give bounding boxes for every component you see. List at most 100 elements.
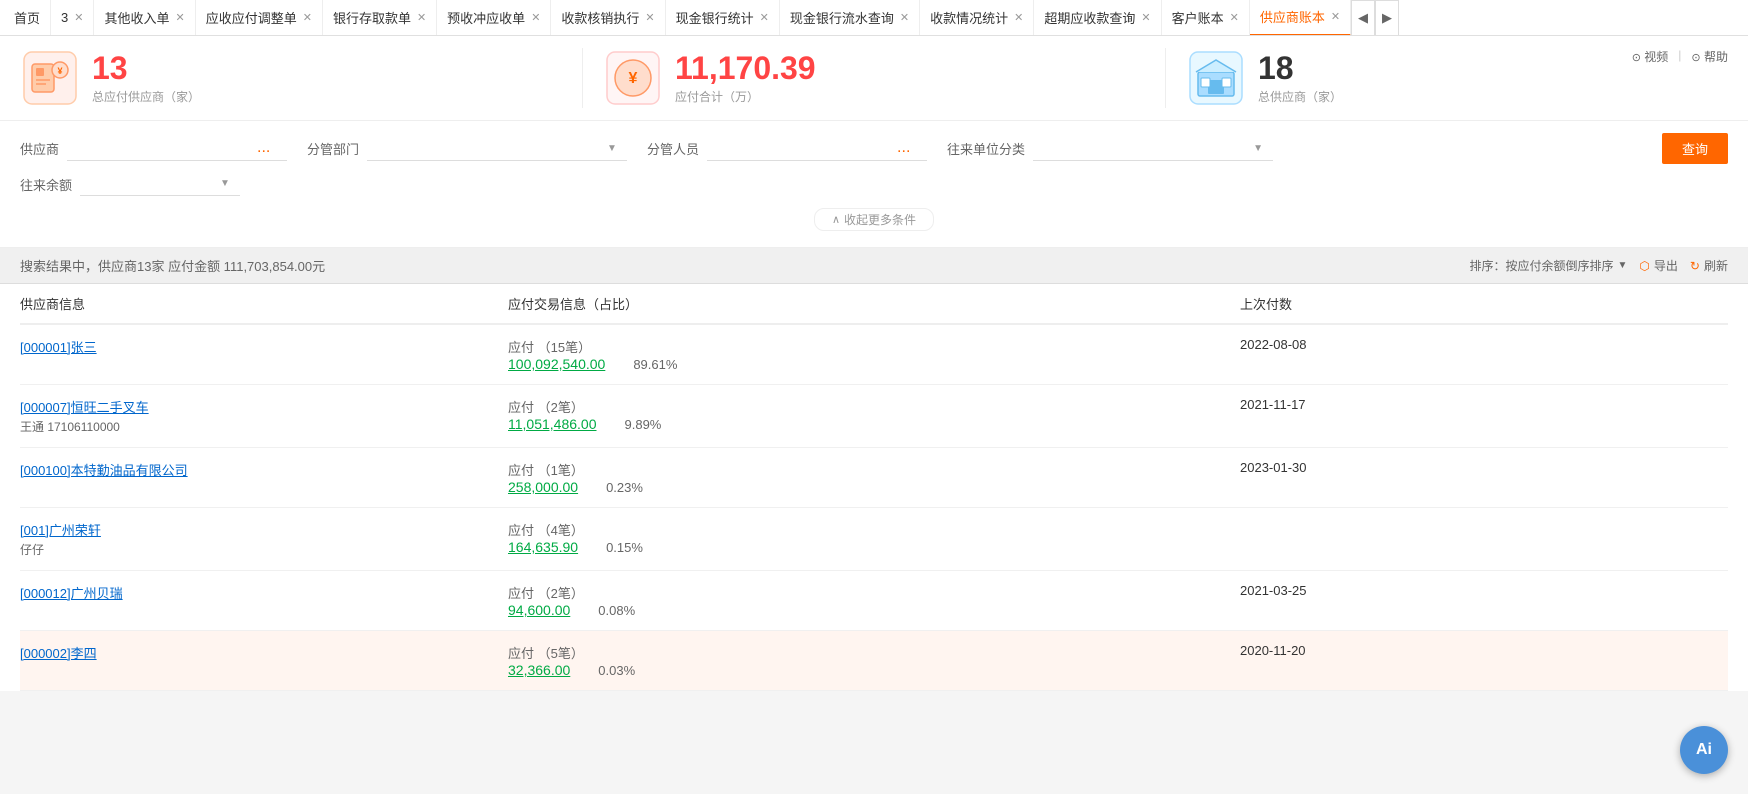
- total-payable-suppliers-label: 总应付供应商（家）: [92, 88, 200, 105]
- table-row: [000012]广州贝瑞 应付 （2笔） 94,600.00 0.08% 202…: [20, 571, 1728, 631]
- category-chevron[interactable]: ▼: [1253, 143, 1263, 154]
- total-payable-suppliers-number: 13: [92, 52, 200, 84]
- right-actions: 排序：按应付余额倒序排序 ▼ ⬡ 导出 ↻ 刷新: [1470, 257, 1729, 274]
- supplier-cell-3: [001]广州荣轩 仔仔: [20, 520, 508, 558]
- col-supplier-info: 供应商信息: [20, 294, 508, 313]
- payable-total-amount: 11,170.39: [675, 52, 816, 84]
- person-dots-btn[interactable]: ...: [897, 139, 910, 157]
- payable-percent-1: 9.89%: [625, 417, 662, 432]
- department-input[interactable]: [367, 137, 607, 160]
- close-prepay-offset[interactable]: ✕: [531, 11, 540, 24]
- nav-bank-deposit[interactable]: 银行存取款单 ✕: [323, 0, 437, 36]
- payable-amount-1[interactable]: 11,051,486.00: [508, 416, 597, 432]
- payable-amount-0[interactable]: 100,092,540.00: [508, 356, 605, 372]
- payable-amount-5[interactable]: 32,366.00: [508, 662, 570, 678]
- department-filter: 分管部门 ▼: [307, 137, 627, 161]
- supplier-link-4[interactable]: [000012]广州贝瑞: [20, 586, 123, 601]
- supplier-cell-2: [000100]本特勤油品有限公司: [20, 460, 508, 479]
- payable-count-0: （15笔）: [538, 340, 591, 355]
- supplier-dots-btn[interactable]: ...: [257, 139, 270, 157]
- supplier-sub-1: 王通 17106110000: [20, 418, 508, 435]
- refresh-icon: ↻: [1690, 259, 1700, 273]
- help-link[interactable]: ⊙ 帮助: [1691, 48, 1728, 65]
- close-supplier-ledger[interactable]: ✕: [1331, 10, 1340, 23]
- nav-receivable-adjustment[interactable]: 应收应付调整单 ✕: [196, 0, 323, 36]
- ai-button[interactable]: Ai: [1680, 726, 1728, 774]
- payable-cell-3: 应付 （4笔） 164,635.90 0.15%: [508, 520, 1240, 555]
- nav-other-income[interactable]: 其他收入单 ✕: [94, 0, 195, 36]
- query-button[interactable]: 查询: [1662, 133, 1728, 164]
- close-receivable-adjustment[interactable]: ✕: [303, 11, 312, 24]
- filter-row-2: 往来余额 ▼: [20, 172, 1728, 196]
- payable-amount-2[interactable]: 258,000.00: [508, 479, 578, 495]
- nav-overdue-query[interactable]: 超期应收款查询 ✕: [1034, 0, 1161, 36]
- nav-customer-ledger[interactable]: 客户账本 ✕: [1162, 0, 1250, 36]
- refresh-btn[interactable]: ↻ 刷新: [1690, 257, 1728, 274]
- close-tab-3[interactable]: ✕: [74, 11, 83, 24]
- balance-chevron[interactable]: ▼: [220, 178, 230, 189]
- payable-amount-4[interactable]: 94,600.00: [508, 602, 570, 618]
- export-icon: ⬡: [1639, 259, 1649, 273]
- category-input[interactable]: [1033, 137, 1253, 160]
- supplier-link-5[interactable]: [000002]李四: [20, 646, 97, 661]
- last-payment-cell-2: 2023-01-30: [1240, 460, 1728, 475]
- supplier-link-2[interactable]: [000100]本特勤油品有限公司: [20, 463, 188, 478]
- nav-home[interactable]: 首页: [4, 0, 51, 36]
- svg-text:¥: ¥: [629, 70, 638, 87]
- export-btn[interactable]: ⬡ 导出: [1639, 257, 1678, 274]
- supplier-input[interactable]: [67, 137, 257, 160]
- payable-label-3: 应付: [508, 523, 534, 538]
- department-chevron[interactable]: ▼: [607, 143, 617, 154]
- person-input[interactable]: [707, 137, 897, 160]
- top-navigation: 首页 3 ✕ 其他收入单 ✕ 应收应付调整单 ✕ 银行存取款单 ✕ 预收冲应收单…: [0, 0, 1748, 36]
- top-right-links: ⊙ 视频 | ⊙ 帮助: [1632, 48, 1728, 65]
- supplier-sub-3: 仔仔: [20, 541, 508, 558]
- payable-total-label: 应付合计（万）: [675, 88, 816, 105]
- supplier-cell-4: [000012]广州贝瑞: [20, 583, 508, 602]
- payable-suppliers-icon: ¥: [20, 48, 80, 108]
- filter-row-1: 供应商 ... 分管部门 ▼ 分管人员 ... 往来单位分类 ▼: [20, 133, 1728, 164]
- close-other-income[interactable]: ✕: [175, 11, 184, 24]
- result-bar: 搜索结果中，供应商13家 应付金额 111,703,854.00元 排序：按应付…: [0, 248, 1748, 284]
- close-cash-bank-stats[interactable]: ✕: [760, 11, 769, 24]
- nav-supplier-ledger[interactable]: 供应商账本 ✕: [1250, 0, 1351, 36]
- payable-amount-3[interactable]: 164,635.90: [508, 539, 578, 555]
- supplier-link-0[interactable]: [000001]张三: [20, 340, 97, 355]
- stats-bar: ¥ 13 总应付供应商（家） ¥ 11,170.39 应付合计（万）: [0, 36, 1748, 121]
- close-overdue-query[interactable]: ✕: [1141, 11, 1150, 24]
- close-cash-bank-flow[interactable]: ✕: [900, 11, 909, 24]
- close-customer-ledger[interactable]: ✕: [1230, 11, 1239, 24]
- payable-label-1: 应付: [508, 400, 534, 415]
- stat-divider-1: [582, 48, 583, 108]
- payable-percent-5: 0.03%: [598, 663, 635, 678]
- balance-input[interactable]: [80, 172, 220, 195]
- balance-label: 往来余额: [20, 175, 72, 194]
- stat-payable-total-content: 11,170.39 应付合计（万）: [675, 52, 816, 105]
- last-payment-cell-0: 2022-08-08: [1240, 337, 1728, 352]
- total-suppliers-icon: [1186, 48, 1246, 108]
- last-payment-cell-1: 2021-11-17: [1240, 397, 1728, 412]
- close-bank-deposit[interactable]: ✕: [417, 11, 426, 24]
- nav-collection-exec[interactable]: 收款核销执行 ✕: [551, 0, 665, 36]
- supplier-link-3[interactable]: [001]广州荣轩: [20, 523, 101, 538]
- close-collection-exec[interactable]: ✕: [645, 11, 654, 24]
- nav-collection-stats[interactable]: 收款情况统计 ✕: [920, 0, 1034, 36]
- payable-count-4: （2笔）: [538, 586, 584, 601]
- nav-cash-bank-flow[interactable]: 现金银行流水查询 ✕: [780, 0, 920, 36]
- payable-percent-4: 0.08%: [598, 603, 635, 618]
- total-suppliers-number: 18: [1258, 52, 1342, 84]
- nav-cash-bank-stats[interactable]: 现金银行统计 ✕: [666, 0, 780, 36]
- nav-left-arrow[interactable]: ◀: [1351, 0, 1375, 36]
- nav-right-arrow[interactable]: ▶: [1375, 0, 1399, 36]
- nav-prepay-offset[interactable]: 预收冲应收单 ✕: [437, 0, 551, 36]
- video-link[interactable]: ⊙ 视频: [1632, 48, 1669, 65]
- table-container: 供应商信息 应付交易信息（占比） 上次付数 [000001]张三 应付 （15笔…: [0, 284, 1748, 691]
- nav-tab-3[interactable]: 3 ✕: [51, 0, 94, 36]
- supplier-link-1[interactable]: [000007]恒旺二手叉车: [20, 400, 149, 415]
- close-collection-stats[interactable]: ✕: [1014, 11, 1023, 24]
- sort-label[interactable]: 排序：按应付余额倒序排序 ▼: [1470, 257, 1628, 274]
- supplier-filter: 供应商 ...: [20, 137, 287, 161]
- collapse-button[interactable]: ∧ 收起更多条件: [814, 208, 934, 231]
- link-separator: |: [1678, 48, 1681, 65]
- category-filter: 往来单位分类 ▼: [947, 137, 1273, 161]
